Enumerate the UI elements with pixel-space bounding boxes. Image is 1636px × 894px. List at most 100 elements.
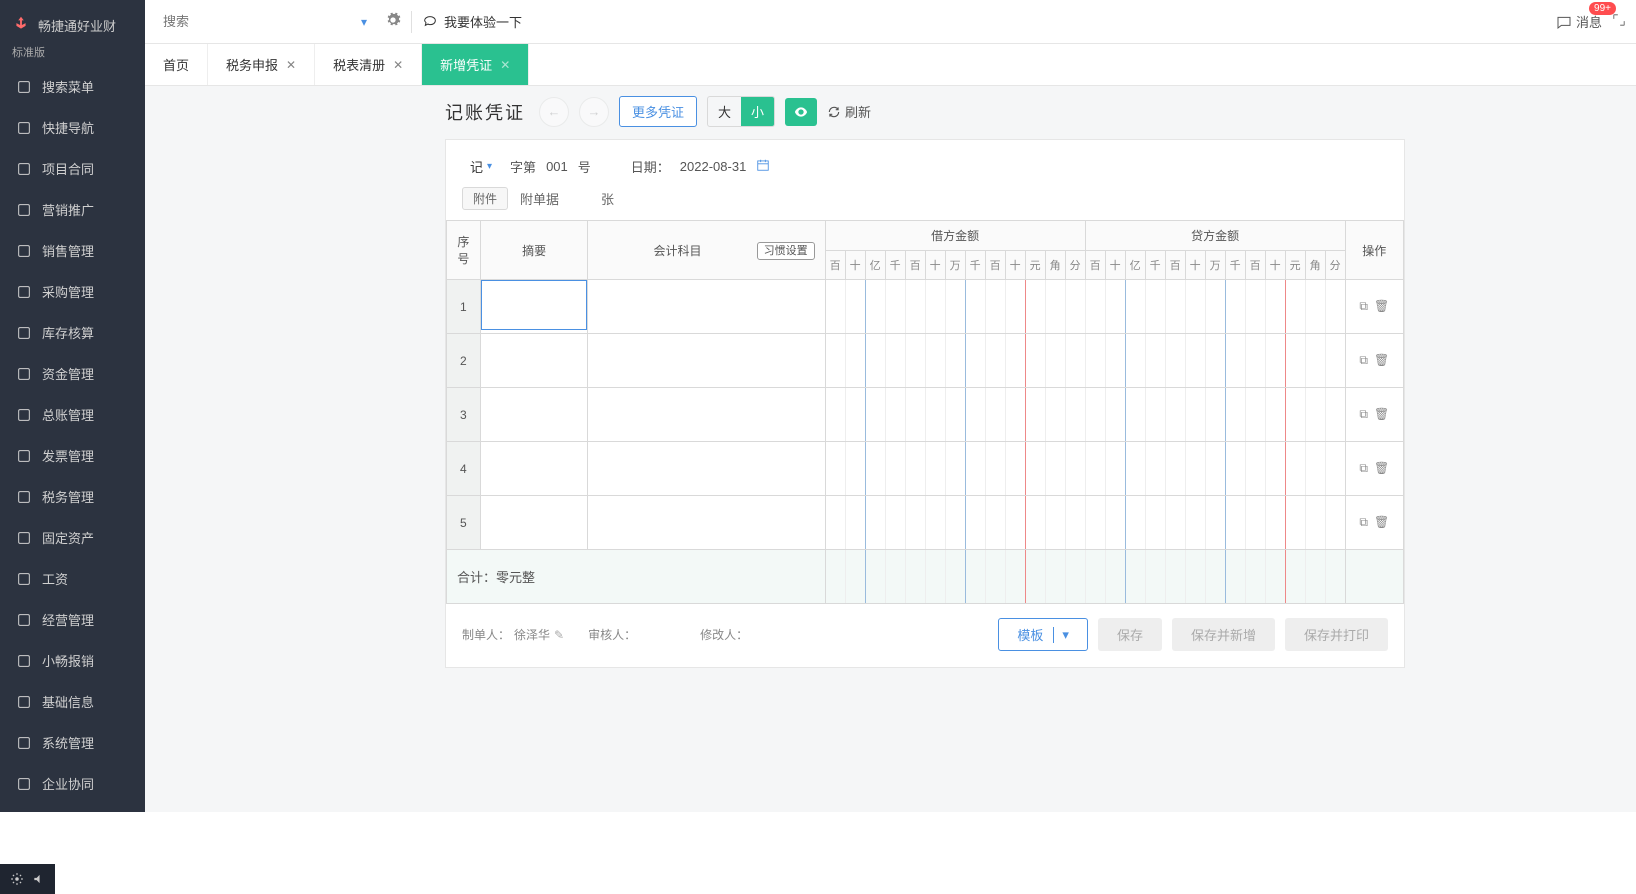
money-cell[interactable] — [1185, 442, 1205, 496]
money-cell[interactable] — [1125, 496, 1145, 550]
money-cell[interactable] — [1225, 388, 1245, 442]
delete-row-icon[interactable]: 🗑 — [1374, 515, 1389, 530]
money-cell[interactable] — [925, 280, 945, 334]
money-cell[interactable] — [825, 334, 845, 388]
message-button[interactable]: 消息 99+ — [1556, 12, 1602, 31]
money-cell[interactable] — [1045, 388, 1065, 442]
money-cell[interactable] — [1105, 496, 1125, 550]
money-cell[interactable] — [985, 388, 1005, 442]
chevron-down-icon[interactable]: ▾ — [361, 15, 367, 29]
close-icon[interactable]: ✕ — [393, 58, 403, 72]
money-cell[interactable] — [885, 280, 905, 334]
money-cell[interactable] — [1205, 334, 1225, 388]
money-cell[interactable] — [865, 334, 885, 388]
money-cell[interactable] — [1165, 388, 1185, 442]
money-cell[interactable] — [1085, 388, 1105, 442]
money-cell[interactable] — [1325, 334, 1345, 388]
size-small-button[interactable]: 小 — [741, 97, 774, 126]
money-cell[interactable] — [1305, 496, 1325, 550]
money-cell[interactable] — [965, 334, 985, 388]
prev-button[interactable]: ← — [539, 97, 569, 127]
money-cell[interactable] — [1245, 280, 1265, 334]
money-cell[interactable] — [1185, 334, 1205, 388]
delete-row-icon[interactable]: 🗑 — [1374, 353, 1389, 368]
money-cell[interactable] — [1285, 442, 1305, 496]
money-cell[interactable] — [945, 496, 965, 550]
delete-row-icon[interactable]: 🗑 — [1374, 299, 1389, 314]
money-cell[interactable] — [1005, 334, 1025, 388]
money-cell[interactable] — [1005, 388, 1025, 442]
money-cell[interactable] — [1305, 442, 1325, 496]
money-cell[interactable] — [1225, 334, 1245, 388]
sidebar-item-search[interactable]: 搜索菜单 — [0, 66, 145, 107]
money-cell[interactable] — [1025, 442, 1045, 496]
summary-cell[interactable] — [480, 388, 588, 442]
sidebar-item-cart[interactable]: 采购管理 — [0, 271, 145, 312]
add-row-icon[interactable]: ⧉ — [1359, 515, 1368, 530]
add-row-icon[interactable]: ⧉ — [1359, 461, 1368, 476]
money-cell[interactable] — [925, 388, 945, 442]
money-cell[interactable] — [1225, 280, 1245, 334]
money-cell[interactable] — [1025, 496, 1045, 550]
close-icon[interactable]: ✕ — [500, 58, 510, 72]
attach-button[interactable]: 附件 — [462, 187, 508, 210]
money-cell[interactable] — [845, 334, 865, 388]
next-button[interactable]: → — [579, 97, 609, 127]
money-cell[interactable] — [1245, 442, 1265, 496]
money-cell[interactable] — [885, 334, 905, 388]
money-cell[interactable] — [1185, 280, 1205, 334]
tab-税表清册[interactable]: 税表清册✕ — [315, 44, 422, 85]
money-cell[interactable] — [1045, 280, 1065, 334]
money-cell[interactable] — [1205, 388, 1225, 442]
voucher-number[interactable]: 001 — [546, 159, 568, 174]
money-cell[interactable] — [865, 442, 885, 496]
money-cell[interactable] — [945, 442, 965, 496]
money-cell[interactable] — [1285, 280, 1305, 334]
search-input[interactable] — [163, 14, 361, 29]
refresh-button[interactable]: 刷新 — [827, 102, 871, 121]
close-icon[interactable]: ✕ — [286, 58, 296, 72]
money-cell[interactable] — [1145, 388, 1165, 442]
add-row-icon[interactable]: ⧉ — [1359, 299, 1368, 314]
money-cell[interactable] — [1085, 334, 1105, 388]
money-cell[interactable] — [1085, 442, 1105, 496]
money-cell[interactable] — [925, 442, 945, 496]
account-cell[interactable] — [588, 496, 825, 550]
money-cell[interactable] — [825, 388, 845, 442]
money-cell[interactable] — [985, 280, 1005, 334]
money-cell[interactable] — [885, 496, 905, 550]
account-cell[interactable] — [588, 442, 825, 496]
money-cell[interactable] — [1305, 280, 1325, 334]
save-print-button[interactable]: 保存并打印 — [1285, 618, 1388, 651]
money-cell[interactable] — [865, 388, 885, 442]
money-cell[interactable] — [1325, 280, 1345, 334]
money-cell[interactable] — [1065, 334, 1085, 388]
add-row-icon[interactable]: ⧉ — [1359, 353, 1368, 368]
money-cell[interactable] — [1005, 442, 1025, 496]
money-cell[interactable] — [845, 496, 865, 550]
money-cell[interactable] — [905, 280, 925, 334]
money-cell[interactable] — [945, 388, 965, 442]
money-cell[interactable] — [1265, 442, 1285, 496]
money-cell[interactable] — [1225, 496, 1245, 550]
sidebar-item-guide[interactable]: 新手引导 — [0, 804, 145, 812]
tab-税务申报[interactable]: 税务申报✕ — [208, 44, 315, 85]
sidebar-item-biz[interactable]: 经营管理 — [0, 599, 145, 640]
money-cell[interactable] — [925, 334, 945, 388]
size-large-button[interactable]: 大 — [708, 97, 741, 126]
money-cell[interactable] — [1285, 496, 1305, 550]
money-cell[interactable] — [825, 280, 845, 334]
money-cell[interactable] — [1065, 496, 1085, 550]
money-cell[interactable] — [1065, 388, 1085, 442]
money-cell[interactable] — [905, 334, 925, 388]
money-cell[interactable] — [1045, 442, 1065, 496]
money-cell[interactable] — [985, 496, 1005, 550]
summary-cell[interactable] — [480, 442, 588, 496]
money-cell[interactable] — [1045, 496, 1065, 550]
sidebar-item-info[interactable]: 基础信息 — [0, 681, 145, 722]
money-cell[interactable] — [845, 280, 865, 334]
money-cell[interactable] — [1185, 388, 1205, 442]
sidebar-item-doc[interactable]: 项目合同 — [0, 148, 145, 189]
money-cell[interactable] — [1325, 496, 1345, 550]
gear-icon[interactable] — [385, 12, 401, 31]
